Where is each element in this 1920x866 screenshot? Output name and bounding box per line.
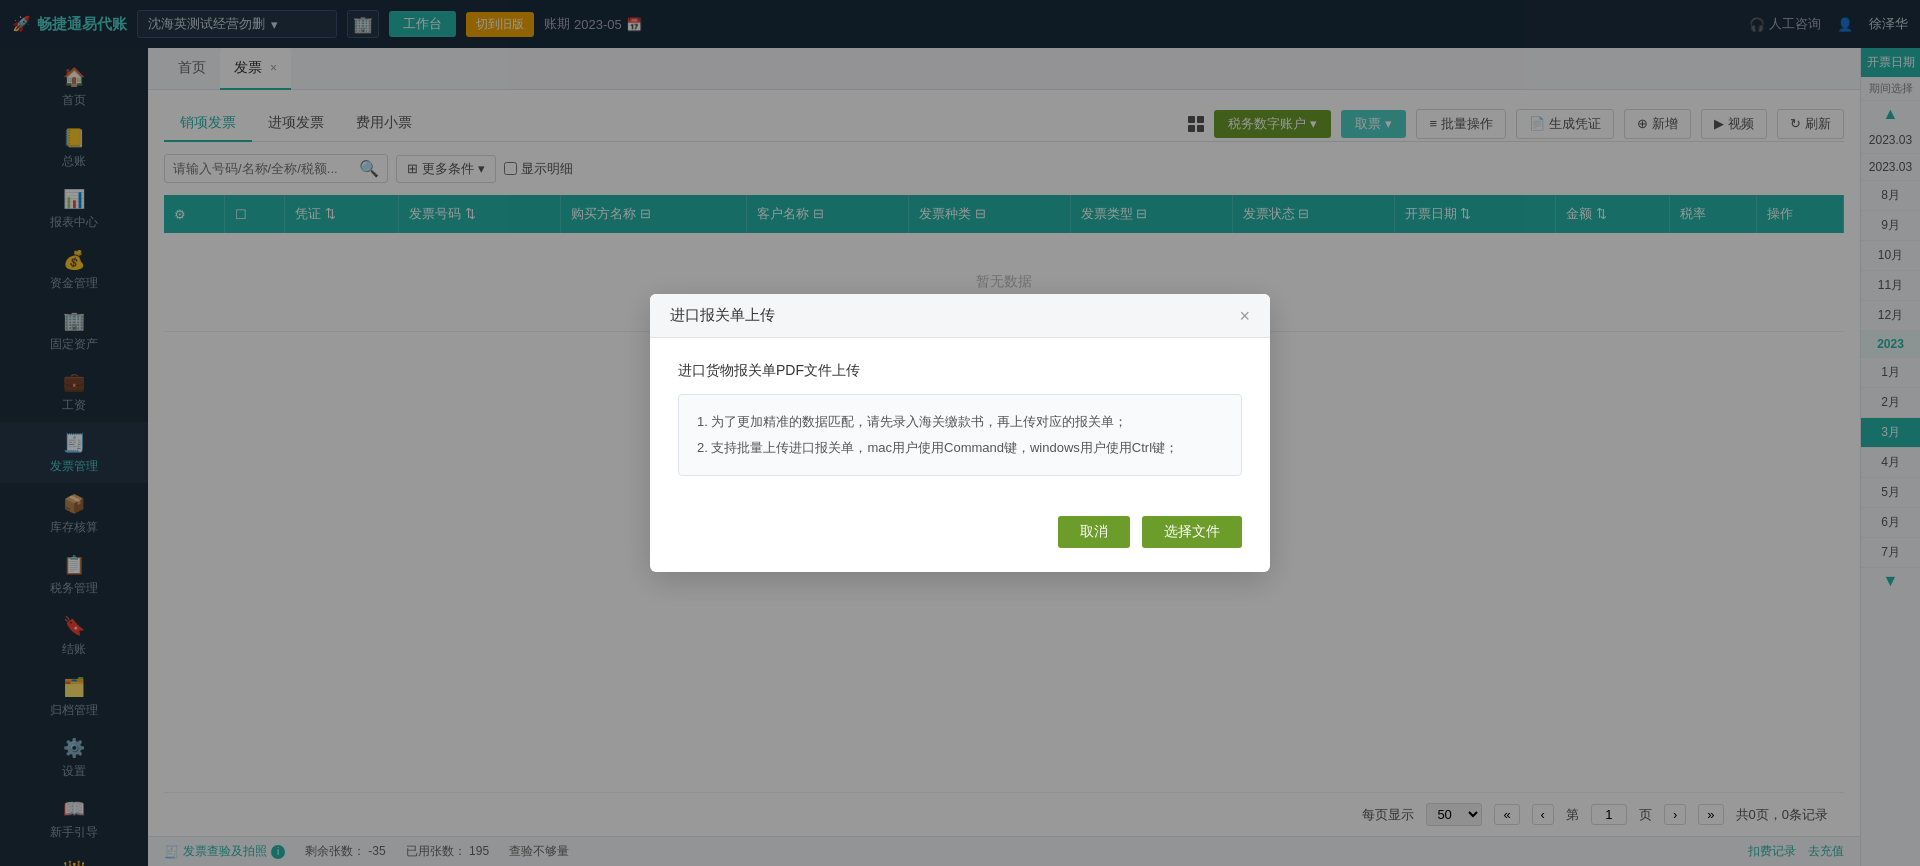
modal-info-item-0: 1. 为了更加精准的数据匹配，请先录入海关缴款书，再上传对应的报关单； bbox=[697, 409, 1223, 435]
modal-cancel-button[interactable]: 取消 bbox=[1058, 516, 1130, 548]
modal-close-button[interactable]: × bbox=[1239, 307, 1250, 325]
modal-select-file-button[interactable]: 选择文件 bbox=[1142, 516, 1242, 548]
modal-body: 进口货物报关单PDF文件上传 1. 为了更加精准的数据匹配，请先录入海关缴款书，… bbox=[650, 338, 1270, 516]
import-customs-modal: 进口报关单上传 × 进口货物报关单PDF文件上传 1. 为了更加精准的数据匹配，… bbox=[650, 294, 1270, 572]
modal-header: 进口报关单上传 × bbox=[650, 294, 1270, 338]
modal-section-title: 进口货物报关单PDF文件上传 bbox=[678, 362, 1242, 380]
modal-footer: 取消 选择文件 bbox=[650, 516, 1270, 572]
modal-overlay: 进口报关单上传 × 进口货物报关单PDF文件上传 1. 为了更加精准的数据匹配，… bbox=[0, 0, 1920, 866]
modal-info-item-1: 2. 支持批量上传进口报关单，mac用户使用Command键，windows用户… bbox=[697, 435, 1223, 461]
modal-title: 进口报关单上传 bbox=[670, 306, 775, 325]
modal-info-box: 1. 为了更加精准的数据匹配，请先录入海关缴款书，再上传对应的报关单； 2. 支… bbox=[678, 394, 1242, 476]
